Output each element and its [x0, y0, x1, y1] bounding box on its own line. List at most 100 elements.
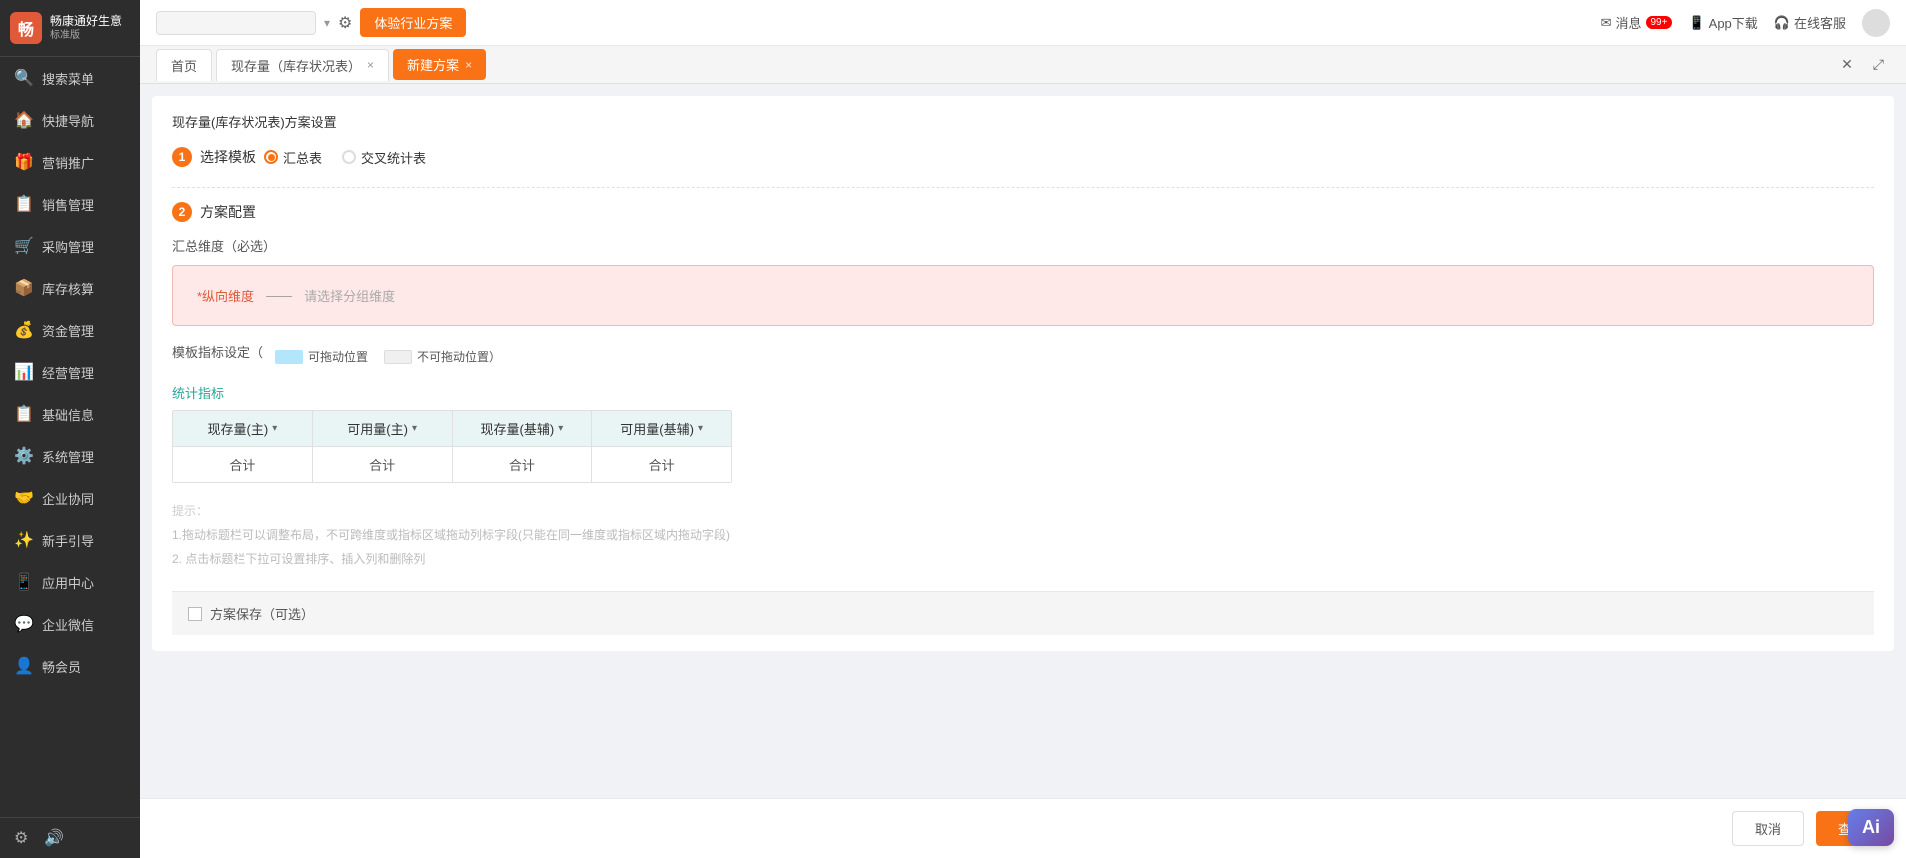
content: 现存量(库存状况表)方案设置 1 选择模板 汇总表 交叉统计表	[140, 84, 1906, 798]
topbar: ▾ ⚙ 体验行业方案 ✉ 消息 99+ 📱 App下载 🎧 在线客服	[140, 0, 1906, 46]
online-service-item[interactable]: 🎧 在线客服	[1774, 13, 1846, 32]
cart-icon: 🛒	[14, 236, 34, 256]
brand-sub: 标准版	[50, 29, 122, 42]
radio-summary[interactable]: 汇总表	[264, 148, 322, 167]
sidebar-label-finance: 资金管理	[42, 321, 94, 340]
radio-summary-circle	[264, 150, 278, 164]
sidebar-item-search-menu[interactable]: 🔍 搜索菜单	[0, 57, 140, 99]
dim-placeholder: 请选择分组维度	[304, 286, 395, 305]
settings-icon[interactable]: ⚙	[14, 828, 28, 848]
app-download-item[interactable]: 📱 App下载	[1688, 13, 1757, 32]
col4-chevron-icon: ▾	[698, 423, 703, 434]
tab-inventory-status[interactable]: 现存量（库存状况表） ×	[216, 49, 389, 81]
message-label: 消息	[1615, 13, 1641, 32]
col1-chevron-icon: ▾	[272, 423, 277, 434]
sidebar-label-inventory: 库存核算	[42, 279, 94, 298]
sidebar-item-purchase[interactable]: 🛒 采购管理	[0, 225, 140, 267]
stats-section: 统计指标 现存量(主) ▾ 可用量(主) ▾	[172, 383, 1874, 483]
sidebar-item-sales[interactable]: 📋 销售管理	[0, 183, 140, 225]
stats-col-4-body: 合计	[592, 447, 731, 482]
sales-icon: 📋	[14, 194, 34, 214]
tab-new-close[interactable]: ×	[465, 58, 472, 72]
sidebar-item-operation[interactable]: 📊 经营管理	[0, 351, 140, 393]
brand-icon: 畅	[10, 12, 42, 44]
tip-2: 2. 点击标题栏下拉可设置排序、插入列和删除列	[172, 547, 1874, 571]
stats-col-1-body: 合计	[173, 447, 313, 482]
sidebar-item-quick-nav[interactable]: 🏠 快捷导航	[0, 99, 140, 141]
stats-col-4-value: 合计	[649, 455, 675, 474]
page-title: 现存量(库存状况表)方案设置	[172, 112, 1874, 131]
mobile-icon: 📱	[1688, 15, 1704, 31]
sidebar-label-wechat: 企业微信	[42, 615, 94, 634]
stats-col-1-value: 合计	[229, 455, 255, 474]
stats-col-1-label: 现存量(主)	[208, 419, 269, 438]
step2-label: 方案配置	[200, 202, 256, 222]
topbar-gear-icon[interactable]: ⚙	[338, 13, 352, 33]
stats-col-3-header[interactable]: 现存量(基辅) ▾	[453, 411, 593, 446]
stats-col-3-label: 现存量(基辅)	[481, 419, 555, 438]
sidebar-label-operation: 经营管理	[42, 363, 94, 382]
sidebar-item-inventory[interactable]: 📦 库存核算	[0, 267, 140, 309]
tab-home[interactable]: 首页	[156, 49, 212, 81]
stats-table-body: 合计 合计 合计 合计	[173, 446, 731, 482]
chat-icon: 💬	[14, 614, 34, 634]
tab-expand-button[interactable]: ⤢	[1867, 54, 1890, 75]
radio-cross-circle	[342, 150, 356, 164]
stats-col-1-header[interactable]: 现存量(主) ▾	[173, 411, 313, 446]
radio-cross[interactable]: 交叉统计表	[342, 148, 426, 167]
info-icon: 📋	[14, 404, 34, 424]
stats-col-4-header[interactable]: 可用量(基辅) ▾	[592, 411, 731, 446]
dim-section-label: 汇总维度（必选）	[172, 236, 1874, 255]
step2-section: 2 方案配置 汇总维度（必选） *纵向维度 —— 请选择分组维度 模板指标设定（	[172, 202, 1874, 571]
stats-col-4-label: 可用量(基辅)	[620, 419, 694, 438]
sidebar-label-purchase: 采购管理	[42, 237, 94, 256]
sidebar-item-member[interactable]: 👤 畅会员	[0, 645, 140, 687]
search-icon: 🔍	[14, 68, 34, 88]
stats-col-3-value: 合计	[509, 455, 535, 474]
star-icon: ✨	[14, 530, 34, 550]
page-footer: 取消 查询	[140, 798, 1906, 858]
message-item[interactable]: ✉ 消息 99+	[1601, 13, 1673, 32]
sidebar-item-cooperation[interactable]: 🤝 企业协同	[0, 477, 140, 519]
col2-chevron-icon: ▾	[412, 423, 417, 434]
topbar-dropdown-icon[interactable]: ▾	[324, 16, 330, 30]
stats-table: 现存量(主) ▾ 可用量(主) ▾ 现存量(基辅) ▾	[172, 410, 732, 483]
sidebar-item-app-center[interactable]: 📱 应用中心	[0, 561, 140, 603]
tab-new-plan[interactable]: 新建方案 ×	[393, 49, 486, 80]
save-checkbox[interactable]	[188, 607, 202, 621]
sidebar-item-basic-info[interactable]: 📋 基础信息	[0, 393, 140, 435]
legend-non-draggable: 不可拖动位置）	[384, 348, 501, 365]
dim-required-label: *纵向维度	[197, 286, 254, 305]
stats-col-2-header[interactable]: 可用量(主) ▾	[313, 411, 453, 446]
tabbar-right: ✕ ⤢	[1835, 54, 1890, 75]
chart-icon: 📊	[14, 362, 34, 382]
sidebar-item-enterprise-wechat[interactable]: 💬 企业微信	[0, 603, 140, 645]
sidebar-item-system[interactable]: ⚙️ 系统管理	[0, 435, 140, 477]
template-radio-group: 汇总表 交叉统计表	[264, 148, 426, 167]
sidebar-item-finance[interactable]: 💰 资金管理	[0, 309, 140, 351]
user-avatar[interactable]	[1862, 9, 1890, 37]
phone-icon: 📱	[14, 572, 34, 592]
handshake-icon: 🤝	[14, 488, 34, 508]
ai-badge[interactable]: Ai	[1848, 809, 1894, 846]
main-area: ▾ ⚙ 体验行业方案 ✉ 消息 99+ 📱 App下载 🎧 在线客服 首页	[140, 0, 1906, 858]
headset-icon: 🎧	[1774, 15, 1790, 31]
stats-col-2-value: 合计	[369, 455, 395, 474]
volume-icon[interactable]: 🔊	[44, 828, 64, 848]
stats-table-header: 现存量(主) ▾ 可用量(主) ▾ 现存量(基辅) ▾	[173, 411, 731, 446]
sidebar-item-guide[interactable]: ✨ 新手引导	[0, 519, 140, 561]
trial-industry-button[interactable]: 体验行业方案	[360, 8, 466, 37]
dimension-box[interactable]: *纵向维度 —— 请选择分组维度	[172, 265, 1874, 326]
indicator-config: 模板指标设定（ 可拖动位置 不可拖动位置）	[172, 342, 1874, 371]
message-icon: ✉	[1601, 15, 1612, 31]
tab-inventory-close[interactable]: ×	[367, 58, 374, 72]
tab-new-label: 新建方案	[407, 55, 459, 74]
sidebar-label-sales: 销售管理	[42, 195, 94, 214]
sidebar-item-marketing[interactable]: 🎁 营销推广	[0, 141, 140, 183]
sidebar-label-cooperation: 企业协同	[42, 489, 94, 508]
save-label: 方案保存（可选）	[210, 604, 314, 623]
legend-non-draggable-label: 不可拖动位置）	[417, 348, 501, 365]
topbar-search-input[interactable]	[156, 11, 316, 35]
cancel-button[interactable]: 取消	[1732, 811, 1804, 846]
tab-close-all-button[interactable]: ✕	[1835, 54, 1859, 75]
